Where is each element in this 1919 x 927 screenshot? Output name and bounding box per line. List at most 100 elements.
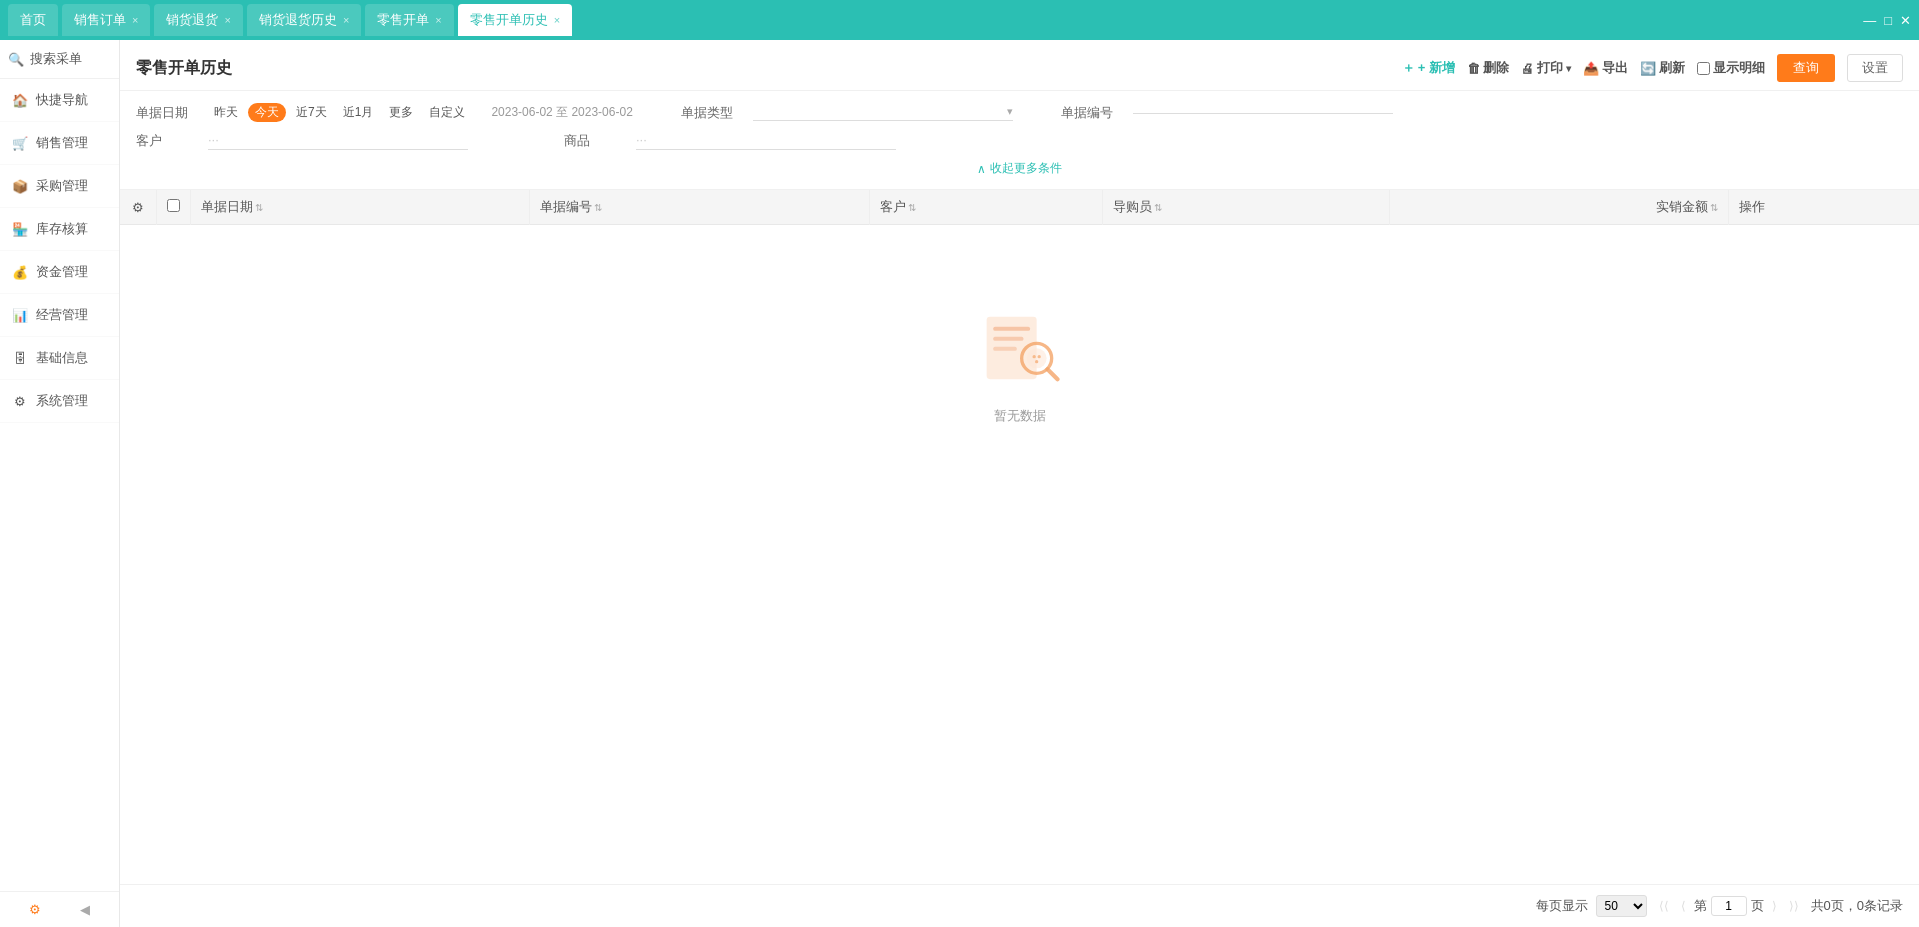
- tab-retail-open-history[interactable]: 零售开单历史 ×: [458, 4, 572, 36]
- th-gear[interactable]: ⚙: [120, 190, 156, 225]
- display-detail-checkbox[interactable]: [1697, 62, 1710, 75]
- prev-page-button[interactable]: ⟨: [1677, 897, 1690, 915]
- window-controls: — □ ✕: [1863, 13, 1911, 28]
- goods-dots: ···: [636, 132, 647, 147]
- date-btn-7days[interactable]: 近7天: [290, 103, 333, 122]
- search-icon: 🔍: [8, 52, 24, 67]
- close-tab-retail-open[interactable]: ×: [435, 14, 441, 26]
- last-page-button[interactable]: ⟩⟩: [1785, 897, 1803, 915]
- package-icon: 📦: [12, 178, 28, 194]
- svg-point-9: [1035, 360, 1038, 363]
- empty-text: 暂无数据: [994, 407, 1046, 425]
- database-icon: 🗄: [12, 350, 28, 366]
- minimize-button[interactable]: —: [1863, 13, 1876, 28]
- date-filter-label: 单据日期: [136, 104, 192, 122]
- page-label: 第: [1694, 897, 1707, 915]
- next-page-button[interactable]: ⟩: [1768, 897, 1781, 915]
- goods-filter-input[interactable]: ···: [636, 132, 896, 150]
- empty-state: 暂无数据: [120, 225, 1919, 505]
- sn-filter-input[interactable]: [1133, 111, 1393, 114]
- sort-sn-icon: ⇅: [594, 202, 602, 213]
- tab-retail-open[interactable]: 零售开单 ×: [365, 4, 453, 36]
- sidebar: 🔍 搜索采单 🏠 快捷导航 🛒 销售管理 📦 采购管理 🏪 库存核算 💰 资金管…: [0, 40, 120, 927]
- display-detail-button[interactable]: 显示明细: [1697, 59, 1765, 77]
- main-layout: 🔍 搜索采单 🏠 快捷导航 🛒 销售管理 📦 采购管理 🏪 库存核算 💰 资金管…: [0, 40, 1919, 927]
- tab-sales-order[interactable]: 销售订单 ×: [62, 4, 150, 36]
- svg-rect-3: [993, 347, 1016, 351]
- sidebar-settings-icon[interactable]: ⚙: [29, 902, 41, 917]
- export-icon: 📤: [1583, 61, 1599, 76]
- goods-filter-label: 商品: [564, 132, 620, 150]
- date-btn-today[interactable]: 今天: [248, 103, 286, 122]
- table-settings-gear-icon[interactable]: ⚙: [132, 200, 144, 215]
- svg-rect-1: [993, 327, 1030, 331]
- page-header: 零售开单历史 ＋ + 新增 🗑 删除 🖨 打印 ▾ 📤 导出: [120, 40, 1919, 91]
- th-checkbox[interactable]: [156, 190, 190, 225]
- money-icon: 💰: [12, 264, 28, 280]
- th-customer[interactable]: 客户 ⇅: [869, 190, 1102, 225]
- type-filter-select[interactable]: ▾: [753, 105, 1013, 121]
- type-filter-label: 单据类型: [681, 104, 737, 122]
- close-tab-retail-open-history[interactable]: ×: [554, 14, 560, 26]
- th-amount[interactable]: 实销金额 ⇅: [1389, 190, 1729, 225]
- close-tab-sales-return-history[interactable]: ×: [343, 14, 349, 26]
- date-btn-more[interactable]: 更多: [383, 103, 419, 122]
- sidebar-collapse-icon[interactable]: ◀: [80, 902, 90, 917]
- sidebar-item-quick-nav[interactable]: 🏠 快捷导航: [0, 79, 119, 122]
- sidebar-item-finance[interactable]: 💰 资金管理: [0, 251, 119, 294]
- first-page-button[interactable]: ⟨⟨: [1655, 897, 1673, 915]
- sidebar-item-ops-mgmt[interactable]: 📊 经营管理: [0, 294, 119, 337]
- type-dropdown-icon[interactable]: ▾: [1007, 105, 1013, 118]
- query-button[interactable]: 查询: [1777, 54, 1835, 82]
- page-number-input[interactable]: [1711, 896, 1747, 916]
- data-table: ⚙ 单据日期 ⇅ 单据编号: [120, 190, 1919, 225]
- select-all-checkbox[interactable]: [167, 199, 180, 212]
- close-tab-sales-return[interactable]: ×: [224, 14, 230, 26]
- collapse-icon: ∧: [977, 162, 986, 176]
- customer-dots: ···: [208, 132, 219, 147]
- refresh-button[interactable]: 🔄 刷新: [1640, 59, 1685, 77]
- sidebar-item-sys-mgmt[interactable]: ⚙ 系统管理: [0, 380, 119, 423]
- svg-point-8: [1037, 355, 1040, 358]
- th-guide[interactable]: 导购员 ⇅: [1103, 190, 1389, 225]
- print-button[interactable]: 🖨 打印 ▾: [1521, 59, 1571, 77]
- sidebar-item-inventory[interactable]: 🏪 库存核算: [0, 208, 119, 251]
- per-page-select[interactable]: 50 10 20 100: [1596, 895, 1647, 917]
- date-btn-custom[interactable]: 自定义: [423, 103, 471, 122]
- plus-icon: ＋: [1402, 59, 1415, 77]
- add-button[interactable]: ＋ + 新增: [1402, 59, 1455, 77]
- page-title: 零售开单历史: [136, 58, 232, 79]
- pagination-bar: 每页显示 50 10 20 100 ⟨⟨ ⟨ 第 页 ⟩ ⟩⟩ 共0页，0条记录: [120, 884, 1919, 927]
- home-icon: 🏠: [12, 92, 28, 108]
- sort-guide-icon: ⇅: [1154, 202, 1162, 213]
- sidebar-item-sales-mgmt[interactable]: 🛒 销售管理: [0, 122, 119, 165]
- close-tab-sales-order[interactable]: ×: [132, 14, 138, 26]
- print-icon: 🖨: [1521, 61, 1534, 76]
- date-btn-1month[interactable]: 近1月: [337, 103, 380, 122]
- th-date[interactable]: 单据日期 ⇅: [190, 190, 530, 225]
- maximize-button[interactable]: □: [1884, 13, 1892, 28]
- sidebar-item-purchase-mgmt[interactable]: 📦 采购管理: [0, 165, 119, 208]
- date-btn-yesterday[interactable]: 昨天: [208, 103, 244, 122]
- customer-filter-input[interactable]: ···: [208, 132, 468, 150]
- settings-button[interactable]: 设置: [1847, 54, 1903, 82]
- delete-button[interactable]: 🗑 删除: [1467, 59, 1509, 77]
- refresh-icon: 🔄: [1640, 61, 1656, 76]
- tab-sales-return-history[interactable]: 销货退货历史 ×: [247, 4, 361, 36]
- total-label: 共0页，0条记录: [1811, 897, 1903, 915]
- customer-filter-label: 客户: [136, 132, 192, 150]
- filter-row-2: 客户 ··· 商品 ···: [136, 132, 1903, 150]
- sidebar-search[interactable]: 🔍 搜索采单: [0, 40, 119, 79]
- sort-amount-icon: ⇅: [1710, 202, 1718, 213]
- export-button[interactable]: 📤 导出: [1583, 59, 1628, 77]
- tab-home[interactable]: 首页: [8, 4, 58, 36]
- close-button[interactable]: ✕: [1900, 13, 1911, 28]
- tab-sales-return[interactable]: 销货退货 ×: [154, 4, 242, 36]
- header-actions: ＋ + 新增 🗑 删除 🖨 打印 ▾ 📤 导出 🔄: [1402, 54, 1903, 82]
- filter-row-1: 单据日期 昨天 今天 近7天 近1月 更多 自定义 2023-06-02 至 2…: [136, 103, 1903, 122]
- sn-filter-label: 单据编号: [1061, 104, 1117, 122]
- sidebar-item-base-info[interactable]: 🗄 基础信息: [0, 337, 119, 380]
- th-sn[interactable]: 单据编号 ⇅: [530, 190, 870, 225]
- collapse-filter-button[interactable]: ∧ 收起更多条件: [136, 160, 1903, 177]
- print-dropdown-icon[interactable]: ▾: [1566, 63, 1571, 74]
